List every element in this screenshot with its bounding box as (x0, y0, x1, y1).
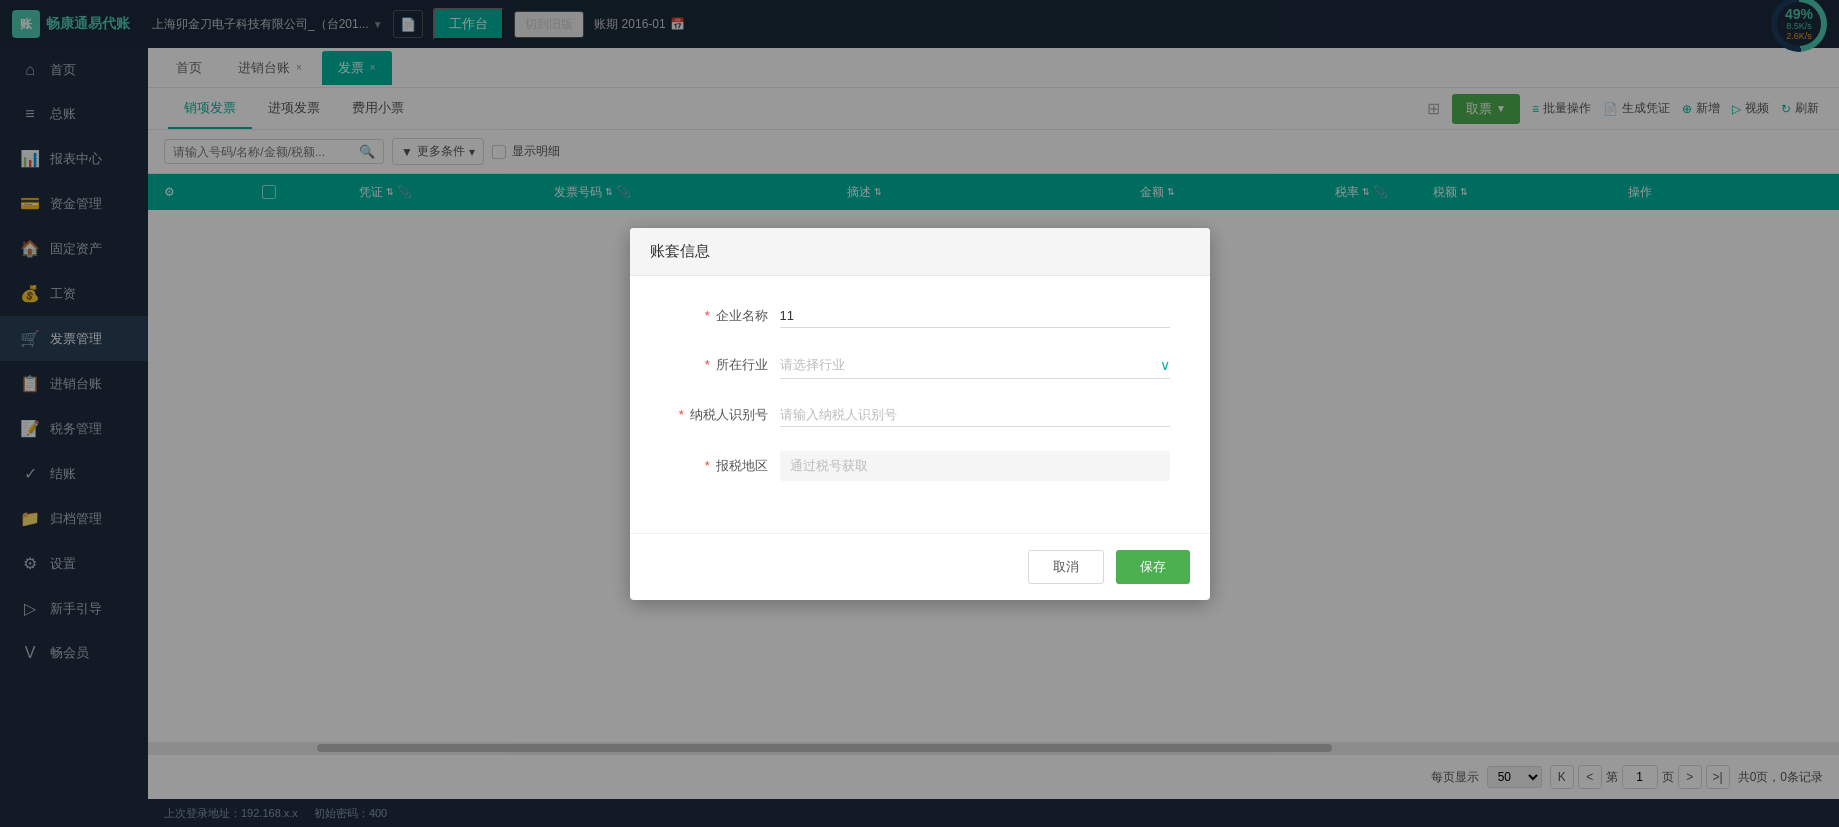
tax-id-input[interactable] (780, 403, 1170, 427)
tax-region-field: 通过税号获取 (780, 451, 1170, 481)
cancel-button[interactable]: 取消 (1028, 550, 1104, 584)
form-row-tax-region: * 报税地区 通过税号获取 (670, 451, 1170, 481)
tax-region-label: * 报税地区 (670, 457, 780, 475)
tax-id-label: * 纳税人识别号 (670, 406, 780, 424)
industry-dropdown-icon: ∨ (1160, 357, 1170, 373)
account-info-dialog: 账套信息 * 企业名称 * 所在行业 请选择行业 ∨ (630, 228, 1210, 600)
dialog-footer: 取消 保存 (630, 533, 1210, 600)
form-row-company-name: * 企业名称 (670, 304, 1170, 328)
industry-select[interactable]: 请选择行业 ∨ (780, 352, 1170, 379)
company-name-label: * 企业名称 (670, 307, 780, 325)
tax-region-required-mark: * (705, 458, 710, 473)
dialog-title: 账套信息 (650, 242, 710, 259)
form-row-industry: * 所在行业 请选择行业 ∨ (670, 352, 1170, 379)
company-name-required-mark: * (705, 308, 710, 323)
form-row-tax-id: * 纳税人识别号 (670, 403, 1170, 427)
industry-required-mark: * (705, 357, 710, 372)
modal-overlay[interactable]: 账套信息 * 企业名称 * 所在行业 请选择行业 ∨ (0, 0, 1839, 827)
dialog-body: * 企业名称 * 所在行业 请选择行业 ∨ * (630, 276, 1210, 533)
dialog-header: 账套信息 (630, 228, 1210, 276)
company-name-input[interactable] (780, 304, 1170, 328)
tax-id-required-mark: * (679, 407, 684, 422)
save-button[interactable]: 保存 (1116, 550, 1190, 584)
industry-placeholder: 请选择行业 (780, 356, 1160, 374)
industry-label: * 所在行业 (670, 356, 780, 374)
